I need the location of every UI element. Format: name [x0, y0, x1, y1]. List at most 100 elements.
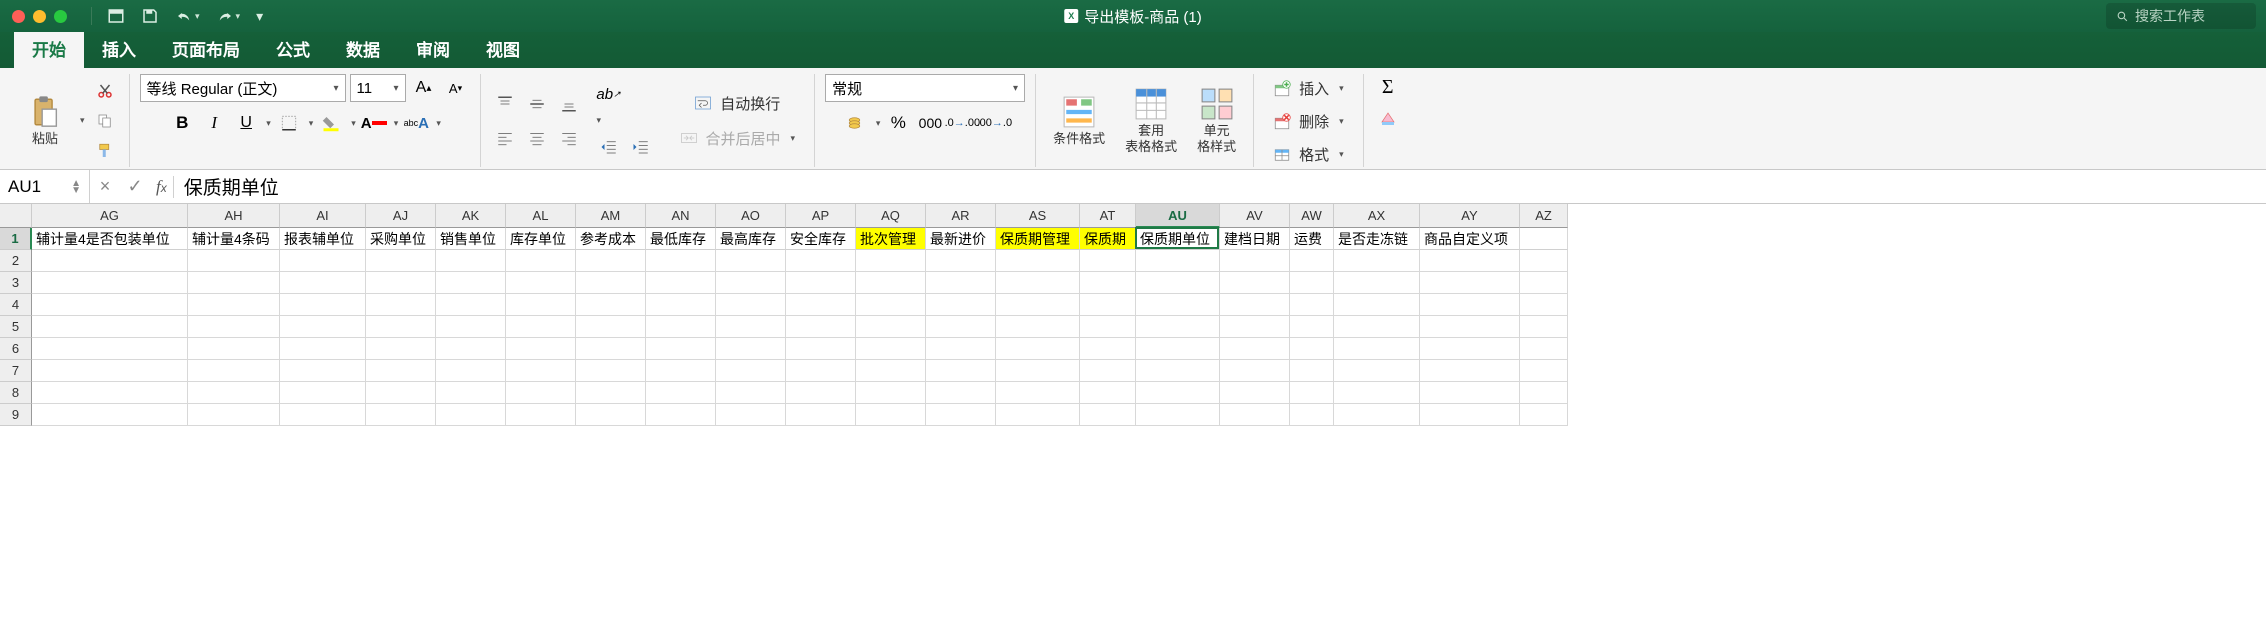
cell-AQ5[interactable] — [856, 316, 926, 338]
cell-AG5[interactable] — [32, 316, 188, 338]
cell-AZ8[interactable] — [1520, 382, 1568, 404]
insert-cells-button[interactable]: 插入▾ — [1264, 74, 1353, 103]
paste-dropdown-icon[interactable]: ▾ — [80, 115, 85, 126]
cell-AL8[interactable] — [506, 382, 576, 404]
col-header-AO[interactable]: AO — [716, 204, 786, 228]
cell-AL6[interactable] — [506, 338, 576, 360]
col-header-AY[interactable]: AY — [1420, 204, 1520, 228]
undo-icon[interactable]: ▾ — [174, 6, 201, 26]
cell-AS3[interactable] — [996, 272, 1080, 294]
decrease-font-icon[interactable]: A▾ — [442, 75, 470, 101]
decrease-indent-icon[interactable] — [595, 134, 623, 160]
tab-4[interactable]: 数据 — [328, 29, 398, 68]
name-box[interactable]: AU1 ▲▼ — [0, 170, 90, 203]
cell-AG2[interactable] — [32, 250, 188, 272]
cell-AI4[interactable] — [280, 294, 366, 316]
cell-AI8[interactable] — [280, 382, 366, 404]
tab-3[interactable]: 公式 — [258, 29, 328, 68]
cell-AO9[interactable] — [716, 404, 786, 426]
cell-AO2[interactable] — [716, 250, 786, 272]
cell-AO8[interactable] — [716, 382, 786, 404]
cell-AM6[interactable] — [576, 338, 646, 360]
comma-icon[interactable]: 000 — [916, 110, 944, 136]
cell-AN2[interactable] — [646, 250, 716, 272]
cell-AK1[interactable]: 销售单位 — [436, 228, 506, 250]
copy-icon[interactable] — [91, 108, 119, 134]
cell-AT4[interactable] — [1080, 294, 1136, 316]
cell-AI2[interactable] — [280, 250, 366, 272]
save-icon[interactable] — [140, 6, 160, 26]
cell-AU5[interactable] — [1136, 316, 1220, 338]
cell-AQ7[interactable] — [856, 360, 926, 382]
qat-home-icon[interactable] — [106, 6, 126, 26]
cell-AY6[interactable] — [1420, 338, 1520, 360]
close-icon[interactable] — [12, 10, 25, 23]
cell-AW3[interactable] — [1290, 272, 1334, 294]
formula-input[interactable]: 保质期单位 — [174, 170, 2266, 203]
paste-button[interactable]: 粘贴 — [18, 92, 72, 150]
col-header-AM[interactable]: AM — [576, 204, 646, 228]
enter-formula-icon[interactable]: ✓ — [120, 176, 150, 197]
cell-AH2[interactable] — [188, 250, 280, 272]
cell-AN9[interactable] — [646, 404, 716, 426]
cell-AP8[interactable] — [786, 382, 856, 404]
cell-AJ5[interactable] — [366, 316, 436, 338]
col-header-AP[interactable]: AP — [786, 204, 856, 228]
select-all-corner[interactable] — [0, 204, 32, 228]
cell-AJ3[interactable] — [366, 272, 436, 294]
cell-AX2[interactable] — [1334, 250, 1420, 272]
cell-AH8[interactable] — [188, 382, 280, 404]
cell-AY4[interactable] — [1420, 294, 1520, 316]
cell-AP7[interactable] — [786, 360, 856, 382]
cell-AY7[interactable] — [1420, 360, 1520, 382]
cell-AV2[interactable] — [1220, 250, 1290, 272]
minimize-icon[interactable] — [33, 10, 46, 23]
tab-5[interactable]: 审阅 — [398, 29, 468, 68]
cell-AH3[interactable] — [188, 272, 280, 294]
cell-AH7[interactable] — [188, 360, 280, 382]
cell-AV5[interactable] — [1220, 316, 1290, 338]
delete-cells-button[interactable]: 删除▾ — [1264, 107, 1353, 136]
cell-AS7[interactable] — [996, 360, 1080, 382]
cell-AI1[interactable]: 报表辅单位 — [280, 228, 366, 250]
cell-AQ2[interactable] — [856, 250, 926, 272]
cell-AH1[interactable]: 辅计量4条码 — [188, 228, 280, 250]
cell-AS9[interactable] — [996, 404, 1080, 426]
cell-AN3[interactable] — [646, 272, 716, 294]
col-header-AV[interactable]: AV — [1220, 204, 1290, 228]
cell-AZ7[interactable] — [1520, 360, 1568, 382]
cell-AZ2[interactable] — [1520, 250, 1568, 272]
cell-AG4[interactable] — [32, 294, 188, 316]
cell-AU7[interactable] — [1136, 360, 1220, 382]
align-top-icon[interactable] — [491, 91, 519, 117]
cell-AQ8[interactable] — [856, 382, 926, 404]
cell-AS1[interactable]: 保质期管理 — [996, 228, 1080, 250]
cell-AU9[interactable] — [1136, 404, 1220, 426]
cell-AG6[interactable] — [32, 338, 188, 360]
cell-AP5[interactable] — [786, 316, 856, 338]
cell-AR9[interactable] — [926, 404, 996, 426]
orientation-icon[interactable]: ab↗ — [595, 81, 623, 107]
cell-AJ6[interactable] — [366, 338, 436, 360]
cell-AQ6[interactable] — [856, 338, 926, 360]
cell-AN8[interactable] — [646, 382, 716, 404]
row-header-5[interactable]: 5 — [0, 316, 32, 338]
cell-AQ3[interactable] — [856, 272, 926, 294]
col-header-AZ[interactable]: AZ — [1520, 204, 1568, 228]
conditional-format-button[interactable]: 条件格式 — [1046, 92, 1112, 150]
cell-AQ1[interactable]: 批次管理 — [856, 228, 926, 250]
cell-AG1[interactable]: 辅计量4是否包装单位 — [32, 228, 188, 250]
cell-AP9[interactable] — [786, 404, 856, 426]
col-header-AW[interactable]: AW — [1290, 204, 1334, 228]
cell-AS8[interactable] — [996, 382, 1080, 404]
row-header-3[interactable]: 3 — [0, 272, 32, 294]
row-header-1[interactable]: 1 — [0, 228, 32, 250]
cell-AY5[interactable] — [1420, 316, 1520, 338]
cell-AQ9[interactable] — [856, 404, 926, 426]
spreadsheet-grid[interactable]: AGAHAIAJAKALAMANAOAPAQARASATAUAVAWAXAYAZ… — [0, 204, 2266, 426]
cell-AI9[interactable] — [280, 404, 366, 426]
cell-AR7[interactable] — [926, 360, 996, 382]
bold-button[interactable]: B — [168, 110, 196, 136]
clear-icon[interactable] — [1374, 106, 1402, 132]
cell-AM2[interactable] — [576, 250, 646, 272]
